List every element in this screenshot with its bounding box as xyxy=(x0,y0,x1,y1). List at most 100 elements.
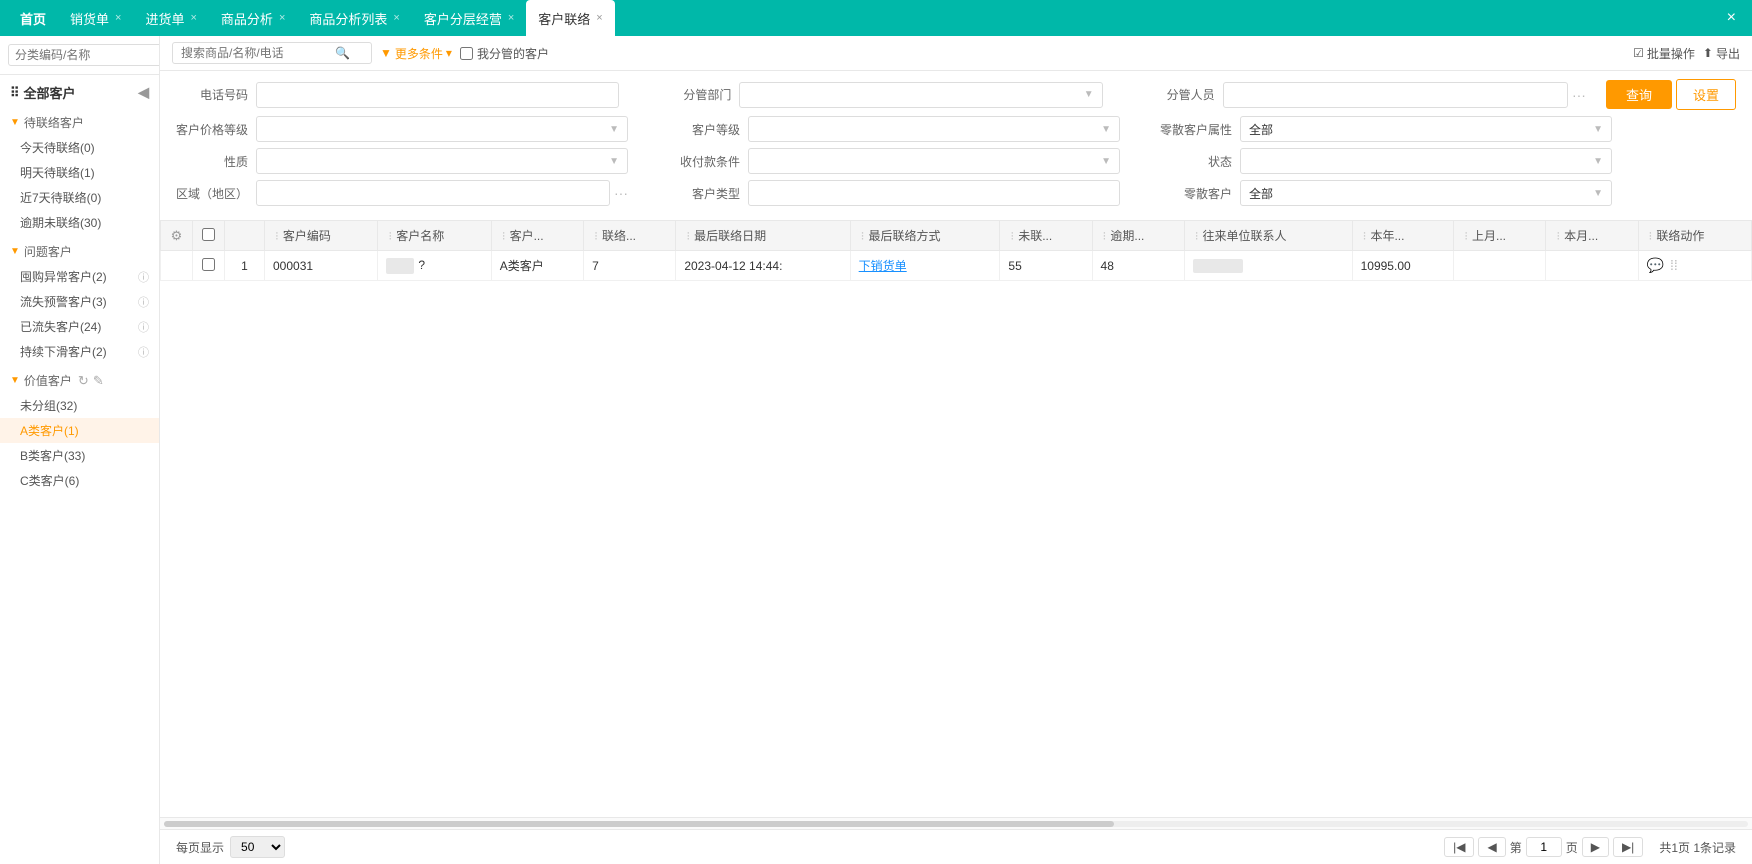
filter-price-level: 客户价格等级 ▼ xyxy=(176,116,628,142)
td-last-way: 下销货单 xyxy=(850,251,1000,281)
th-overdue: ⁝逾期... xyxy=(1092,221,1184,251)
td-last-month xyxy=(1454,251,1546,281)
page-total-label: 页 xyxy=(1566,839,1578,856)
my-customers-checkbox[interactable] xyxy=(460,47,473,60)
status-select[interactable]: ▼ xyxy=(1240,148,1612,174)
cust-type-field[interactable] xyxy=(757,186,1111,200)
close-tab-sales[interactable]: × xyxy=(115,12,121,24)
th-cust-type: ⁝客户... xyxy=(491,221,583,251)
last-page-btn[interactable]: ▶| xyxy=(1613,837,1643,857)
price-level-chevron-icon: ▼ xyxy=(609,124,619,135)
prev-page-btn[interactable]: ◀ xyxy=(1478,837,1505,857)
chat-action-icon[interactable]: 💬 xyxy=(1647,257,1664,274)
close-tab-purchase[interactable]: × xyxy=(190,12,196,24)
nav-tab-goods-analysis[interactable]: 商品分析 × xyxy=(209,0,297,36)
th-settings[interactable]: ⚙ xyxy=(161,221,193,251)
settings-button[interactable]: 设置 xyxy=(1676,79,1736,110)
search-input[interactable] xyxy=(181,46,331,60)
retail-attr-select[interactable]: 全部 ▼ xyxy=(1240,116,1612,142)
section-problem-customers[interactable]: 问题客户 xyxy=(0,239,159,264)
close-tab-goods-analysis[interactable]: × xyxy=(279,12,285,24)
region-more-icon[interactable]: ··· xyxy=(614,185,628,201)
value-customer-edit-icon[interactable]: ✎ xyxy=(93,373,104,389)
nav-tab-customer-contact[interactable]: 客户联络 × xyxy=(526,0,614,36)
nav-tab-purchase[interactable]: 进货单 × xyxy=(133,0,208,36)
cust-level-label: 客户等级 xyxy=(668,121,748,138)
nature-select[interactable]: ▼ xyxy=(256,148,628,174)
first-page-btn[interactable]: |◀ xyxy=(1444,837,1474,857)
batch-op-btn[interactable]: ☑ 批量操作 xyxy=(1633,45,1695,62)
cust-type-input[interactable] xyxy=(748,180,1120,206)
more-action-icon[interactable]: ⁞⁞ xyxy=(1670,257,1678,274)
price-level-select[interactable]: ▼ xyxy=(256,116,628,142)
nav-home[interactable]: 首页 xyxy=(8,0,58,36)
scrollbar-track[interactable] xyxy=(164,821,1748,827)
all-customers-label[interactable]: 全部客户 xyxy=(24,83,76,102)
sidebar-item-tomorrow[interactable]: 明天待联络(1) xyxy=(0,160,159,185)
next-page-btn[interactable]: ▶ xyxy=(1582,837,1609,857)
manager-input[interactable] xyxy=(1223,82,1568,108)
sidebar-item-class-c[interactable]: C类客户(6) xyxy=(0,468,159,493)
dept-select[interactable]: ▼ xyxy=(739,82,1102,108)
sidebar-item-7days[interactable]: 近7天待联络(0) xyxy=(0,185,159,210)
manager-field[interactable] xyxy=(1232,88,1527,102)
action-icons: 💬 ⁞⁞ xyxy=(1647,257,1744,274)
sidebar-item-today[interactable]: 今天待联络(0) xyxy=(0,135,159,160)
th-no xyxy=(225,221,265,251)
close-tab-customer-contact[interactable]: × xyxy=(596,12,602,24)
filter-bar: 🔍 ▼ 更多条件 ▾ 我分管的客户 ☑ 批量操作 ⬆ 导出 xyxy=(160,36,1752,71)
export-btn[interactable]: ⬆ 导出 xyxy=(1703,45,1740,62)
td-unit-contact xyxy=(1184,251,1352,281)
gear-icon[interactable]: ⚙ xyxy=(171,228,183,243)
region-input[interactable] xyxy=(256,180,610,206)
sidebar-item-overdue[interactable]: 逾期未联络(30) xyxy=(0,210,159,235)
phone-input[interactable] xyxy=(256,82,619,108)
last-way-link[interactable]: 下销货单 xyxy=(859,259,907,273)
sidebar-item-hoarding[interactable]: 囤购异常客户(2) ⓘ xyxy=(0,264,159,289)
close-tab-customer-layer[interactable]: × xyxy=(508,12,514,24)
th-checkbox[interactable] xyxy=(193,221,225,251)
sidebar-item-class-b[interactable]: B类客户(33) xyxy=(0,443,159,468)
filter-status: 状态 ▼ xyxy=(1160,148,1612,174)
content-area: 🔍 ▼ 更多条件 ▾ 我分管的客户 ☑ 批量操作 ⬆ 导出 xyxy=(160,36,1752,864)
price-level-label: 客户价格等级 xyxy=(176,121,256,138)
search-icon[interactable]: 🔍 xyxy=(335,46,350,60)
retail-select[interactable]: 全部 ▼ xyxy=(1240,180,1612,206)
payment-select[interactable]: ▼ xyxy=(748,148,1120,174)
sidebar-item-class-a[interactable]: A类客户(1) xyxy=(0,418,159,443)
sidebar-item-ungroup[interactable]: 未分组(32) xyxy=(0,393,159,418)
manager-more-icon[interactable]: ··· xyxy=(1572,87,1586,103)
nav-tab-goods-list[interactable]: 商品分析列表 × xyxy=(297,0,411,36)
value-customer-refresh-icon[interactable]: ↻ xyxy=(78,373,89,389)
page-size-select[interactable]: 50 100 200 xyxy=(230,836,285,858)
sidebar-item-declining[interactable]: 持续下滑客户(2) ⓘ xyxy=(0,339,159,364)
sidebar-search-input[interactable] xyxy=(8,44,160,66)
th-last-way: ⁝最后联络方式 xyxy=(850,221,1000,251)
sidebar-item-churn-warning[interactable]: 流失预警客户(3) ⓘ xyxy=(0,289,159,314)
main-layout: 🔍 ⠿ 全部客户 ◀ 待联络客户 今天待联络(0) 明天待联络(1) 近7天待联… xyxy=(0,36,1752,864)
close-tab-goods-list[interactable]: × xyxy=(393,12,399,24)
sidebar-collapse-icon[interactable]: ◀ xyxy=(138,84,149,101)
table-row: 1 000031 ? A类客户 7 2023-04-12 14:44: 下销货单… xyxy=(161,251,1752,281)
filter-cust-type: 客户类型 xyxy=(668,180,1120,206)
phone-field[interactable] xyxy=(265,88,610,102)
nav-tab-customer-layer[interactable]: 客户分层经营 × xyxy=(412,0,526,36)
status-label: 状态 xyxy=(1160,153,1240,170)
region-field[interactable] xyxy=(265,186,567,200)
td-this-year: 10995.00 xyxy=(1352,251,1454,281)
cust-level-select[interactable]: ▼ xyxy=(748,116,1120,142)
row-checkbox[interactable] xyxy=(202,258,215,271)
scrollbar-thumb[interactable] xyxy=(164,821,1114,827)
more-conditions-btn[interactable]: ▼ 更多条件 ▾ xyxy=(380,45,452,62)
nav-tab-sales[interactable]: 销货单 × xyxy=(58,0,133,36)
page-input[interactable] xyxy=(1526,837,1562,857)
my-customers-checkbox-label[interactable]: 我分管的客户 xyxy=(460,45,549,62)
select-all-checkbox[interactable] xyxy=(202,228,215,241)
section-pending-contact[interactable]: 待联络客户 xyxy=(0,110,159,135)
th-unit-contact: ⁝往来单位联系人 xyxy=(1184,221,1352,251)
query-button[interactable]: 查询 xyxy=(1606,80,1672,109)
sidebar-item-churned[interactable]: 已流失客户(24) ⓘ xyxy=(0,314,159,339)
close-window-btn[interactable]: × xyxy=(1719,9,1744,27)
td-checkbox[interactable] xyxy=(193,251,225,281)
horizontal-scrollbar[interactable] xyxy=(160,817,1752,829)
